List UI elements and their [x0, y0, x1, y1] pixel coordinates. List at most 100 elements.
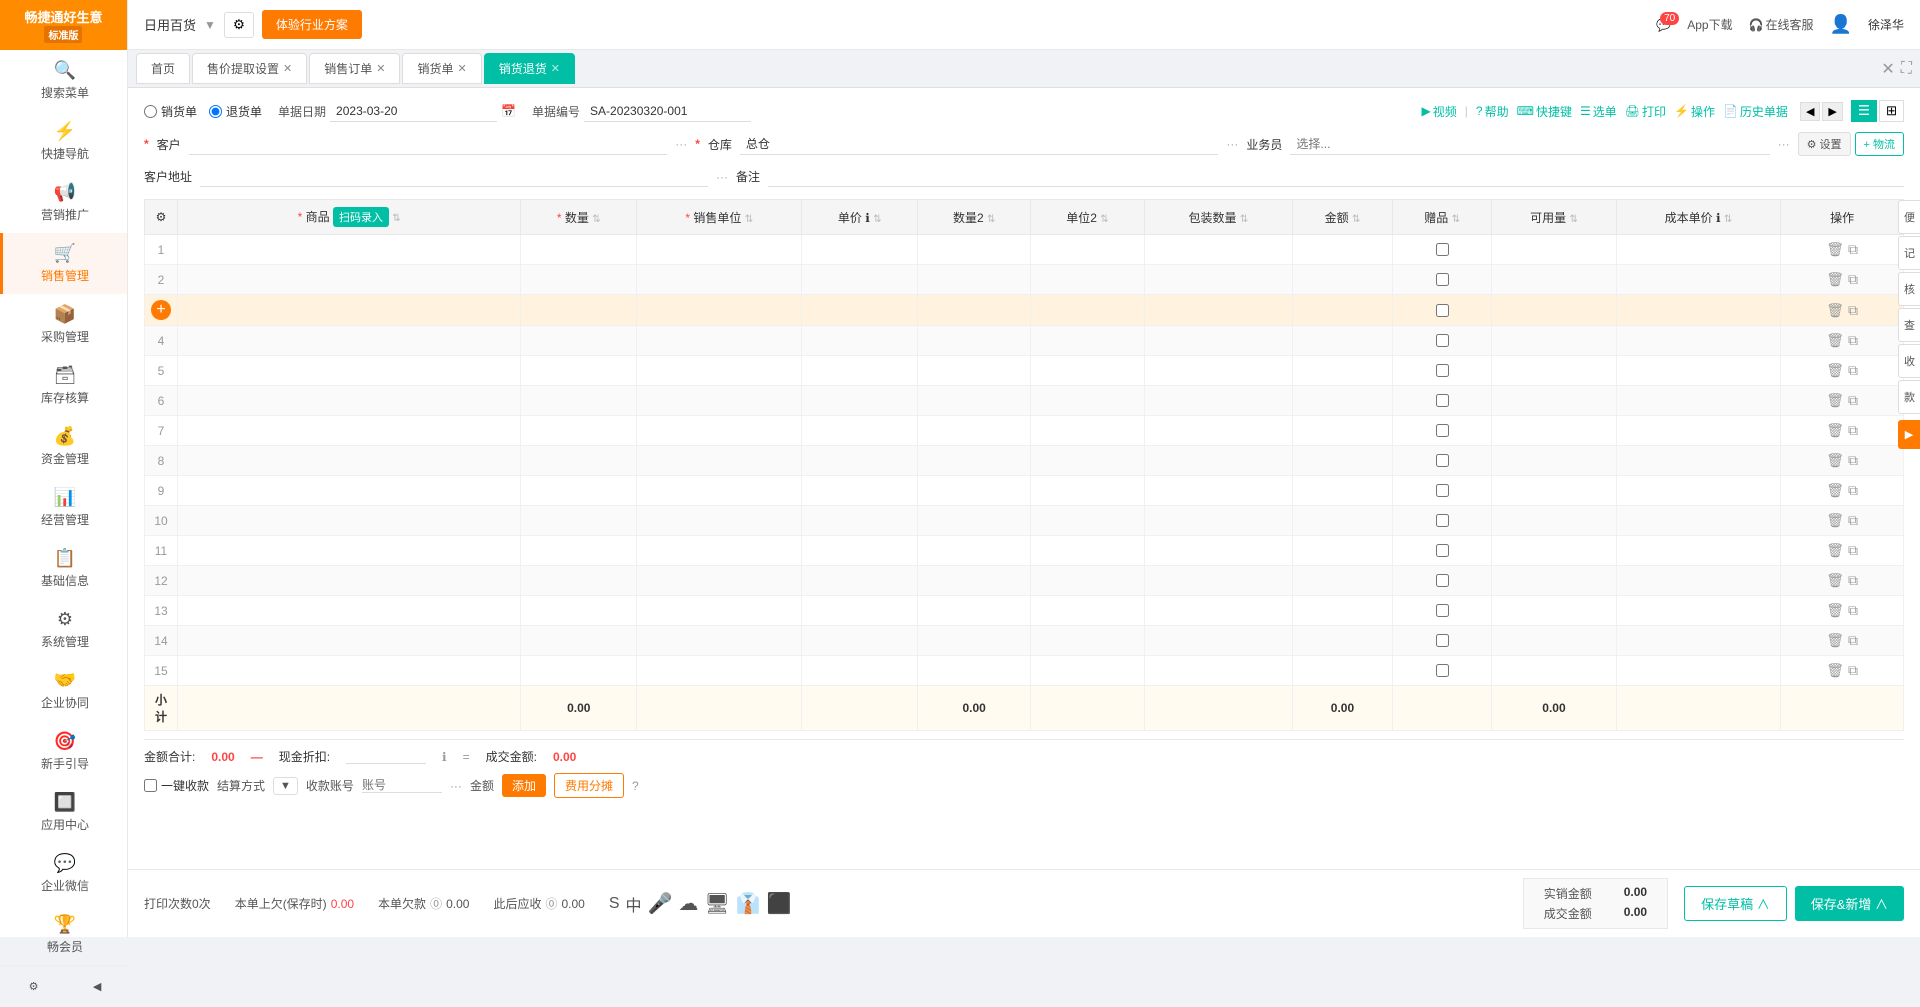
- unit2-cell[interactable]: [1031, 596, 1144, 626]
- warehouse-input[interactable]: [740, 134, 1219, 155]
- unit-price-cell[interactable]: [802, 536, 918, 566]
- copy-row-button[interactable]: ⧉: [1848, 392, 1858, 409]
- amount-cell[interactable]: [1293, 536, 1393, 566]
- gift-checkbox[interactable]: [1436, 424, 1449, 437]
- available-cell[interactable]: [1492, 326, 1616, 356]
- available-cell[interactable]: [1492, 566, 1616, 596]
- app-download-link[interactable]: App下载: [1687, 16, 1732, 33]
- unit-price-cell[interactable]: [802, 416, 918, 446]
- customer-input[interactable]: [189, 134, 668, 155]
- quantity-cell[interactable]: [521, 566, 637, 596]
- tab-sale-order[interactable]: 销售订单 ✕: [309, 53, 400, 84]
- tab-home[interactable]: 首页: [136, 53, 190, 84]
- unit-price-cell[interactable]: [802, 326, 918, 356]
- right-panel-check-btn[interactable]: 核: [1898, 272, 1920, 306]
- delete-row-button[interactable]: 🗑: [1826, 482, 1844, 499]
- pack-qty-cell[interactable]: [1144, 476, 1293, 506]
- available-sort-icon[interactable]: ⇅: [1569, 214, 1577, 225]
- sidebar-item-apps[interactable]: 🔲 应用中心: [0, 782, 127, 843]
- quantity2-cell[interactable]: [918, 235, 1031, 265]
- amount-cell[interactable]: [1293, 295, 1393, 326]
- quantity-cell[interactable]: [521, 416, 637, 446]
- quantity2-cell[interactable]: [918, 596, 1031, 626]
- cost-price-cell[interactable]: [1616, 536, 1781, 566]
- tab-close-icon[interactable]: ✕: [283, 62, 292, 75]
- amount-cell[interactable]: [1293, 416, 1393, 446]
- product-input[interactable]: [184, 424, 514, 438]
- quantity2-cell[interactable]: [918, 536, 1031, 566]
- unit2-cell[interactable]: [1031, 446, 1144, 476]
- sidebar-item-member[interactable]: 🏆 畅会员: [0, 904, 127, 965]
- pack-qty-cell[interactable]: [1144, 566, 1293, 596]
- quantity-sort-icon[interactable]: ⇅: [592, 214, 600, 225]
- available-cell[interactable]: [1492, 386, 1616, 416]
- copy-row-button[interactable]: ⧉: [1848, 302, 1858, 319]
- copy-row-button[interactable]: ⧉: [1848, 632, 1858, 649]
- product-cell[interactable]: [178, 506, 521, 536]
- cost-price-cell[interactable]: [1616, 295, 1781, 326]
- address-dots-button[interactable]: ···: [716, 170, 728, 184]
- pack-qty-cell[interactable]: [1144, 656, 1293, 686]
- amount-cell[interactable]: [1293, 386, 1393, 416]
- quantity-cell[interactable]: [521, 446, 637, 476]
- sale-unit-cell[interactable]: [637, 326, 802, 356]
- product-cell[interactable]: [178, 656, 521, 686]
- sale-unit-cell[interactable]: [637, 626, 802, 656]
- sidebar-item-basic[interactable]: 📋 基础信息: [0, 538, 127, 599]
- quantity2-cell[interactable]: [918, 386, 1031, 416]
- product-cell[interactable]: [178, 536, 521, 566]
- gift-cell[interactable]: [1392, 416, 1492, 446]
- product-input[interactable]: [184, 484, 514, 498]
- gift-cell[interactable]: [1392, 656, 1492, 686]
- save-draft-button[interactable]: 保存草稿 ∧: [1684, 886, 1787, 921]
- unit-price-cell[interactable]: [802, 476, 918, 506]
- gift-checkbox[interactable]: [1436, 664, 1449, 677]
- sidebar-settings-btn[interactable]: ⚙: [20, 974, 45, 999]
- col-settings[interactable]: ⚙: [145, 200, 178, 235]
- gift-cell[interactable]: [1392, 596, 1492, 626]
- radio-sale-goods[interactable]: 销货单: [144, 103, 197, 120]
- pack-qty-cell[interactable]: [1144, 506, 1293, 536]
- sidebar-item-wechat[interactable]: 💬 企业微信: [0, 843, 127, 904]
- right-panel-record-btn[interactable]: 记: [1898, 236, 1920, 270]
- sale-unit-cell[interactable]: [637, 265, 802, 295]
- available-cell[interactable]: [1492, 656, 1616, 686]
- sale-unit-cell[interactable]: [637, 476, 802, 506]
- unit2-cell[interactable]: [1031, 656, 1144, 686]
- pack-qty-cell[interactable]: [1144, 235, 1293, 265]
- product-sort-icon[interactable]: ⇅: [392, 213, 400, 224]
- product-input[interactable]: [184, 664, 514, 678]
- product-cell[interactable]: [178, 626, 521, 656]
- cost-price-cell[interactable]: [1616, 265, 1781, 295]
- pack-qty-sort-icon[interactable]: ⇅: [1240, 214, 1248, 225]
- unit-price-sort-icon[interactable]: ⇅: [873, 214, 881, 225]
- cost-price-cell[interactable]: [1616, 566, 1781, 596]
- available-cell[interactable]: [1492, 416, 1616, 446]
- pack-qty-cell[interactable]: [1144, 596, 1293, 626]
- gift-checkbox[interactable]: [1436, 334, 1449, 347]
- pack-qty-cell[interactable]: [1144, 356, 1293, 386]
- sidebar-item-inventory[interactable]: 🗃 库存核算: [0, 355, 127, 416]
- delete-row-button[interactable]: 🗑: [1826, 572, 1844, 589]
- help-tooltip-icon[interactable]: ℹ: [442, 750, 447, 764]
- unit-price-cell[interactable]: [802, 265, 918, 295]
- cost-price-cell[interactable]: [1616, 356, 1781, 386]
- sidebar-item-sales[interactable]: 🛒 销售管理: [0, 233, 127, 294]
- copy-row-button[interactable]: ⧉: [1848, 271, 1858, 288]
- delete-row-button[interactable]: 🗑: [1826, 392, 1844, 409]
- quantity-cell[interactable]: [521, 326, 637, 356]
- quantity2-cell[interactable]: [918, 416, 1031, 446]
- tab-close-icon[interactable]: ✕: [551, 62, 560, 75]
- amount-cell[interactable]: [1293, 326, 1393, 356]
- sidebar-item-shortcut[interactable]: ⚡ 快捷导航: [0, 111, 127, 172]
- right-panel-query-btn[interactable]: 查: [1898, 308, 1920, 342]
- pack-qty-cell[interactable]: [1144, 386, 1293, 416]
- video-link[interactable]: ▶ 视频: [1422, 103, 1457, 120]
- unit2-cell[interactable]: [1031, 476, 1144, 506]
- delete-row-button[interactable]: 🗑: [1826, 662, 1844, 679]
- unit-price-cell[interactable]: [802, 656, 918, 686]
- add-payment-button[interactable]: 添加: [502, 774, 546, 797]
- sale-unit-sort-icon[interactable]: ⇅: [745, 214, 753, 225]
- quantity-cell[interactable]: [521, 656, 637, 686]
- gift-cell[interactable]: [1392, 265, 1492, 295]
